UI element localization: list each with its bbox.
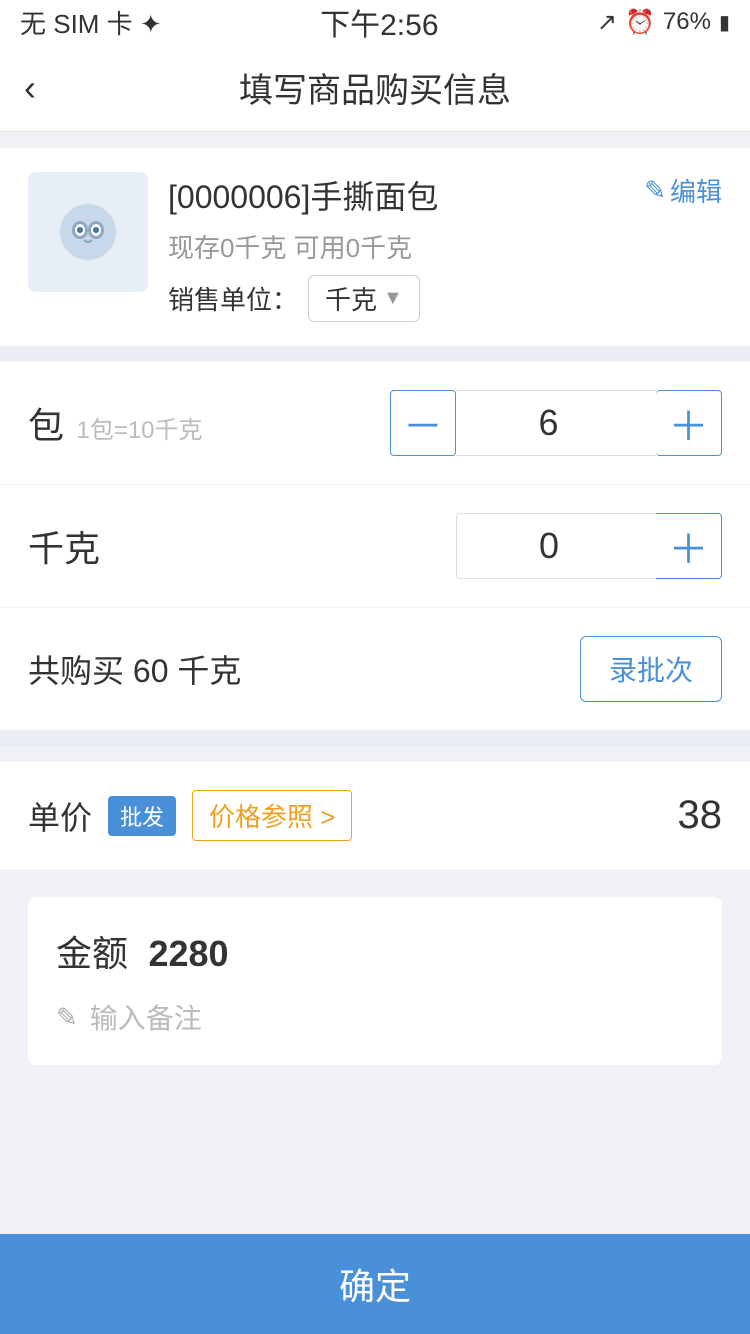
total-row: 共购买 60 千克 录批次: [0, 608, 750, 730]
back-button[interactable]: ‹: [24, 67, 36, 109]
amount-display: 金额 2280: [56, 925, 694, 977]
status-right: ↗ ⏰ 76% ▮: [597, 8, 730, 37]
quantity-section: 包 1包=10千克 － ＋ 千克 ＋ 共购买 60 千克 录批次: [0, 362, 750, 730]
pencil-icon: ✎: [56, 1002, 78, 1033]
battery-icon: ▮: [719, 10, 730, 35]
kg-quantity-input[interactable]: [456, 513, 656, 579]
package-quantity-input[interactable]: [456, 390, 656, 456]
page-title: 填写商品购买信息: [239, 63, 511, 112]
nav-bar: ‹ 填写商品购买信息: [0, 44, 750, 132]
edit-button[interactable]: ✎ 编辑: [644, 172, 722, 209]
kg-quantity-control: ＋: [456, 513, 722, 579]
amount-value: 2280: [148, 933, 228, 974]
product-stock: 现存0千克 可用0千克: [168, 228, 722, 265]
batch-button[interactable]: 录批次: [580, 636, 722, 702]
package-label-sub: 1包=10千克: [76, 417, 202, 444]
product-image-icon: [58, 202, 118, 262]
unit-label: 销售单位：: [168, 280, 298, 317]
battery-level: 76%: [663, 8, 711, 36]
package-row: 包 1包=10千克 － ＋: [0, 362, 750, 485]
divider-1: [0, 346, 750, 362]
divider-2: [0, 730, 750, 746]
kg-label-main: 千克: [28, 528, 100, 569]
body-fill: [0, 1093, 750, 1234]
status-time: 下午2:56: [320, 0, 438, 44]
amount-row: 金额 2280 ✎ 输入备注: [28, 897, 722, 1065]
kg-label: 千克: [28, 520, 456, 572]
edit-icon: ✎: [644, 175, 666, 206]
price-section: 单价 批发 价格参照 > 38: [0, 762, 750, 869]
product-name: [0000006]手撕面包: [168, 172, 722, 218]
unit-selector[interactable]: 千克 ▼: [308, 275, 420, 322]
status-bar: 无 SIM 卡 ✦ 下午2:56 ↗ ⏰ 76% ▮: [0, 0, 750, 44]
kg-plus-button[interactable]: ＋: [656, 513, 722, 579]
total-quantity-text: 共购买 60 千克: [28, 646, 241, 692]
chevron-down-icon: ▼: [383, 287, 403, 310]
amount-label: 金额: [56, 933, 128, 974]
package-quantity-control: － ＋: [390, 390, 722, 456]
product-unit-row: 销售单位： 千克 ▼: [168, 275, 722, 322]
edit-label: 编辑: [670, 172, 722, 209]
note-placeholder: 输入备注: [90, 997, 202, 1037]
product-thumbnail: [28, 172, 148, 292]
unit-value: 千克: [325, 280, 377, 317]
product-info: [0000006]手撕面包 现存0千克 可用0千克 销售单位： 千克 ▼: [168, 172, 722, 322]
price-label: 单价: [28, 793, 92, 839]
package-plus-button[interactable]: ＋: [656, 390, 722, 456]
alarm-icon: ⏰: [625, 8, 655, 37]
amount-section: 金额 2280 ✎ 输入备注: [0, 869, 750, 1093]
confirm-button[interactable]: 确定: [339, 1258, 411, 1310]
product-card: [0000006]手撕面包 现存0千克 可用0千克 销售单位： 千克 ▼ ✎ 编…: [0, 148, 750, 346]
package-label-main: 包: [28, 405, 64, 446]
status-left: 无 SIM 卡 ✦: [20, 4, 162, 41]
package-minus-button[interactable]: －: [390, 390, 456, 456]
price-type-tag: 批发: [108, 796, 176, 836]
price-reference-button[interactable]: 价格参照 >: [192, 790, 352, 841]
note-row[interactable]: ✎ 输入备注: [56, 997, 694, 1037]
package-label: 包 1包=10千克: [28, 397, 390, 449]
confirm-bar[interactable]: 确定: [0, 1234, 750, 1334]
kg-row: 千克 ＋: [0, 485, 750, 608]
price-value: 38: [678, 793, 723, 838]
location-icon: ↗: [597, 8, 617, 37]
